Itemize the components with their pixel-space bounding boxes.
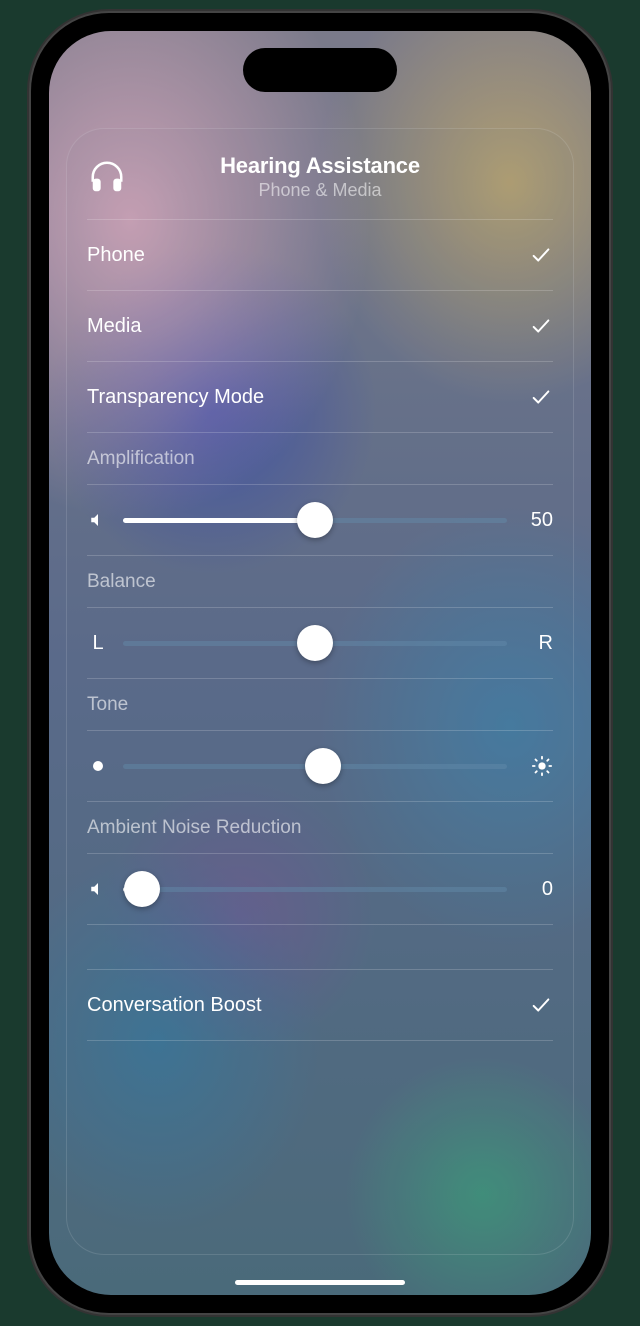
balance-slider[interactable]: L R (87, 608, 553, 679)
speaker-low-icon (87, 511, 109, 529)
speaker-low-icon (87, 880, 109, 898)
balance-left-label: L (87, 632, 109, 655)
ambient-noise-label: Ambient Noise Reduction (87, 802, 553, 854)
option-label: Conversation Boost (87, 994, 262, 1017)
phone-frame: Hearing Assistance Phone & Media Phone M… (31, 13, 609, 1313)
slider-thumb[interactable] (305, 748, 341, 784)
ambient-noise-slider[interactable]: 0 (87, 854, 553, 925)
option-label: Media (87, 315, 141, 338)
panel-subtitle: Phone & Media (87, 180, 553, 201)
option-transparency-mode[interactable]: Transparency Mode (87, 362, 553, 433)
amplification-slider[interactable]: 50 (87, 485, 553, 556)
tone-label: Tone (87, 679, 553, 731)
checkmark-icon (529, 993, 553, 1017)
amplification-label: Amplification (87, 433, 553, 485)
spacer (87, 925, 553, 970)
panel-header: Hearing Assistance Phone & Media (87, 129, 553, 220)
option-phone[interactable]: Phone (87, 220, 553, 291)
slider-value: 0 (521, 878, 553, 901)
checkmark-icon (529, 385, 553, 409)
slider-thumb[interactable] (124, 871, 160, 907)
brightness-icon (521, 755, 553, 777)
slider-track[interactable] (123, 887, 507, 892)
slider-track[interactable] (123, 641, 507, 646)
dot-icon (87, 760, 109, 772)
dynamic-island (243, 48, 397, 92)
slider-thumb[interactable] (297, 502, 333, 538)
checkmark-icon (529, 314, 553, 338)
tone-slider[interactable] (87, 731, 553, 802)
home-indicator[interactable] (235, 1280, 405, 1285)
option-media[interactable]: Media (87, 291, 553, 362)
option-label: Phone (87, 244, 145, 267)
hearing-assistance-panel: Hearing Assistance Phone & Media Phone M… (66, 128, 574, 1255)
option-label: Transparency Mode (87, 386, 264, 409)
panel-title: Hearing Assistance (87, 153, 553, 179)
slider-thumb[interactable] (297, 625, 333, 661)
slider-track[interactable] (123, 518, 507, 523)
balance-label: Balance (87, 556, 553, 608)
checkmark-icon (529, 243, 553, 267)
slider-value: 50 (521, 509, 553, 532)
slider-track[interactable] (123, 764, 507, 769)
option-conversation-boost[interactable]: Conversation Boost (87, 970, 553, 1041)
screen: Hearing Assistance Phone & Media Phone M… (49, 31, 591, 1295)
balance-right-label: R (521, 632, 553, 655)
